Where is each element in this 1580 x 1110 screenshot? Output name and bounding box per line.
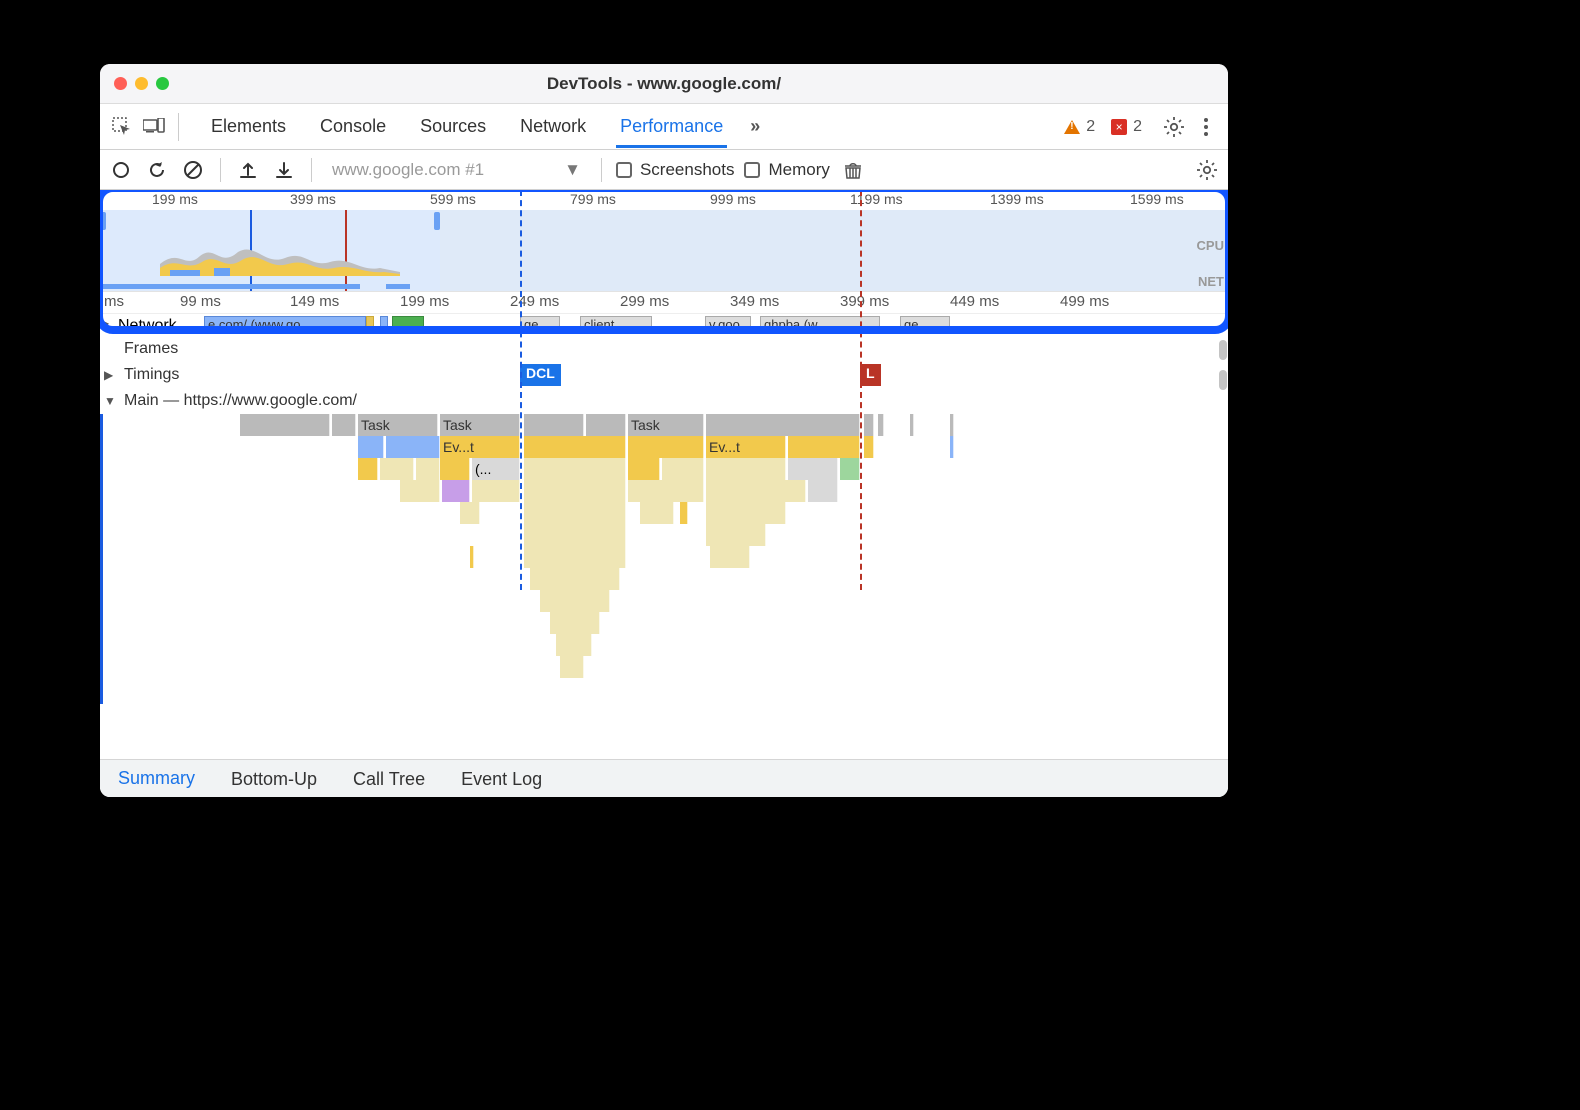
- window-title: DevTools - www.google.com/: [100, 74, 1228, 94]
- record-button[interactable]: [108, 157, 134, 183]
- tab-console[interactable]: Console: [316, 106, 390, 148]
- tab-call-tree[interactable]: Call Tree: [349, 761, 429, 797]
- overview-ruler[interactable]: 199 ms 399 ms 599 ms 799 ms 999 ms 1199 …: [100, 190, 1228, 210]
- tab-event-log[interactable]: Event Log: [457, 761, 546, 797]
- scrollbar-thumb[interactable]: [1219, 340, 1227, 360]
- frames-track: Frames: [100, 336, 1228, 362]
- flame-chart[interactable]: Task Task Task Ev...t: [100, 414, 1228, 704]
- overview-cpu-label: CPU: [1197, 238, 1224, 253]
- screenshots-checkbox[interactable]: Screenshots: [616, 160, 735, 180]
- scrollbar-thumb[interactable]: [1219, 370, 1227, 390]
- network-request[interactable]: ge...: [900, 316, 950, 334]
- overview-net-label: NET: [1198, 274, 1224, 289]
- dcl-vertical-line: [520, 190, 522, 590]
- divider: [220, 158, 221, 182]
- settings-icon[interactable]: [1160, 113, 1188, 141]
- network-request[interactable]: ghpba (w...: [760, 316, 880, 334]
- divider: [178, 113, 179, 141]
- overview-handle-left[interactable]: [100, 212, 106, 230]
- disclosure-triangle-icon[interactable]: ▶: [104, 368, 118, 382]
- upload-profile-icon[interactable]: [235, 157, 261, 183]
- clear-button[interactable]: [180, 157, 206, 183]
- tab-network[interactable]: Network: [516, 106, 590, 148]
- network-request[interactable]: [392, 316, 424, 334]
- dcl-badge[interactable]: DCL: [520, 364, 561, 386]
- network-request[interactable]: [380, 316, 388, 334]
- capture-settings-icon[interactable]: [1194, 157, 1220, 183]
- recording-selector[interactable]: www.google.com #1 ▼: [326, 160, 587, 180]
- timeline-overview[interactable]: CPU NET: [100, 210, 1228, 292]
- warnings-indicator[interactable]: 2: [1064, 118, 1095, 136]
- network-request[interactable]: [366, 316, 374, 334]
- title-bar: DevTools - www.google.com/: [100, 64, 1228, 104]
- network-request[interactable]: ge...: [520, 316, 560, 334]
- errors-indicator[interactable]: × 2: [1111, 118, 1142, 136]
- kebab-menu-icon[interactable]: [1192, 113, 1220, 141]
- window-controls: [100, 77, 169, 90]
- flame-task[interactable]: Task: [440, 414, 520, 436]
- tab-sources[interactable]: Sources: [416, 106, 490, 148]
- panel-tabs: Elements Console Sources Network Perform…: [207, 106, 727, 148]
- frames-track-label: Frames: [124, 340, 178, 358]
- zoom-window-button[interactable]: [156, 77, 169, 90]
- main-tab-bar: Elements Console Sources Network Perform…: [100, 104, 1228, 150]
- network-track-label: Network: [118, 317, 177, 335]
- flame-anon[interactable]: (...: [472, 458, 520, 480]
- performance-panel: 199 ms 399 ms 599 ms 799 ms 999 ms 1199 …: [100, 190, 1228, 797]
- warning-icon: [1064, 120, 1080, 134]
- network-request[interactable]: e.com/ (www.go...: [204, 316, 366, 334]
- overview-cpu-chart: [160, 238, 400, 276]
- download-profile-icon[interactable]: [271, 157, 297, 183]
- disclosure-triangle-icon[interactable]: ▶: [100, 316, 114, 330]
- tab-summary[interactable]: Summary: [114, 760, 199, 798]
- chevron-down-icon: ▼: [564, 160, 581, 180]
- load-vertical-line: [860, 190, 862, 590]
- timings-track-label: Timings: [124, 366, 179, 384]
- network-request[interactable]: client...: [580, 316, 652, 334]
- network-track: ▶ Network e.com/ (www.go... ge... client…: [100, 314, 1228, 336]
- timings-track: ▶ Timings DCL L: [100, 362, 1228, 388]
- divider: [601, 158, 602, 182]
- flame-task[interactable]: Task: [628, 414, 704, 436]
- more-tabs-icon[interactable]: »: [741, 113, 769, 141]
- flame-evaluate[interactable]: Ev...t: [706, 436, 786, 458]
- performance-toolbar: www.google.com #1 ▼ Screenshots Memory: [100, 150, 1228, 190]
- overview-handle-right[interactable]: [434, 212, 440, 230]
- flame-task[interactable]: Task: [358, 414, 438, 436]
- disclosure-triangle-icon[interactable]: ▼: [104, 394, 118, 408]
- devtools-window: DevTools - www.google.com/ Elements Cons…: [100, 64, 1228, 797]
- divider: [311, 158, 312, 182]
- warnings-count: 2: [1086, 118, 1095, 136]
- main-thread-track: ▼ Main — https://www.google.com/ Task Ta…: [100, 388, 1228, 704]
- recording-name: www.google.com #1: [332, 160, 484, 180]
- inspect-element-icon[interactable]: [108, 113, 136, 141]
- network-request[interactable]: v.goo: [705, 316, 751, 334]
- minimize-window-button[interactable]: [135, 77, 148, 90]
- tab-bottom-up[interactable]: Bottom-Up: [227, 761, 321, 797]
- errors-count: 2: [1133, 118, 1142, 136]
- garbage-collect-icon[interactable]: [840, 157, 866, 183]
- detail-ruler[interactable]: ms 99 ms 149 ms 199 ms 249 ms 299 ms 349…: [100, 292, 1228, 314]
- memory-checkbox[interactable]: Memory: [744, 160, 829, 180]
- details-tabs: Summary Bottom-Up Call Tree Event Log: [100, 759, 1228, 797]
- error-icon: ×: [1111, 119, 1127, 135]
- tab-elements[interactable]: Elements: [207, 106, 290, 148]
- flame-evaluate[interactable]: Ev...t: [440, 436, 520, 458]
- load-badge[interactable]: L: [860, 364, 881, 386]
- reload-record-button[interactable]: [144, 157, 170, 183]
- close-window-button[interactable]: [114, 77, 127, 90]
- tab-performance[interactable]: Performance: [616, 106, 727, 148]
- device-toolbar-icon[interactable]: [140, 113, 168, 141]
